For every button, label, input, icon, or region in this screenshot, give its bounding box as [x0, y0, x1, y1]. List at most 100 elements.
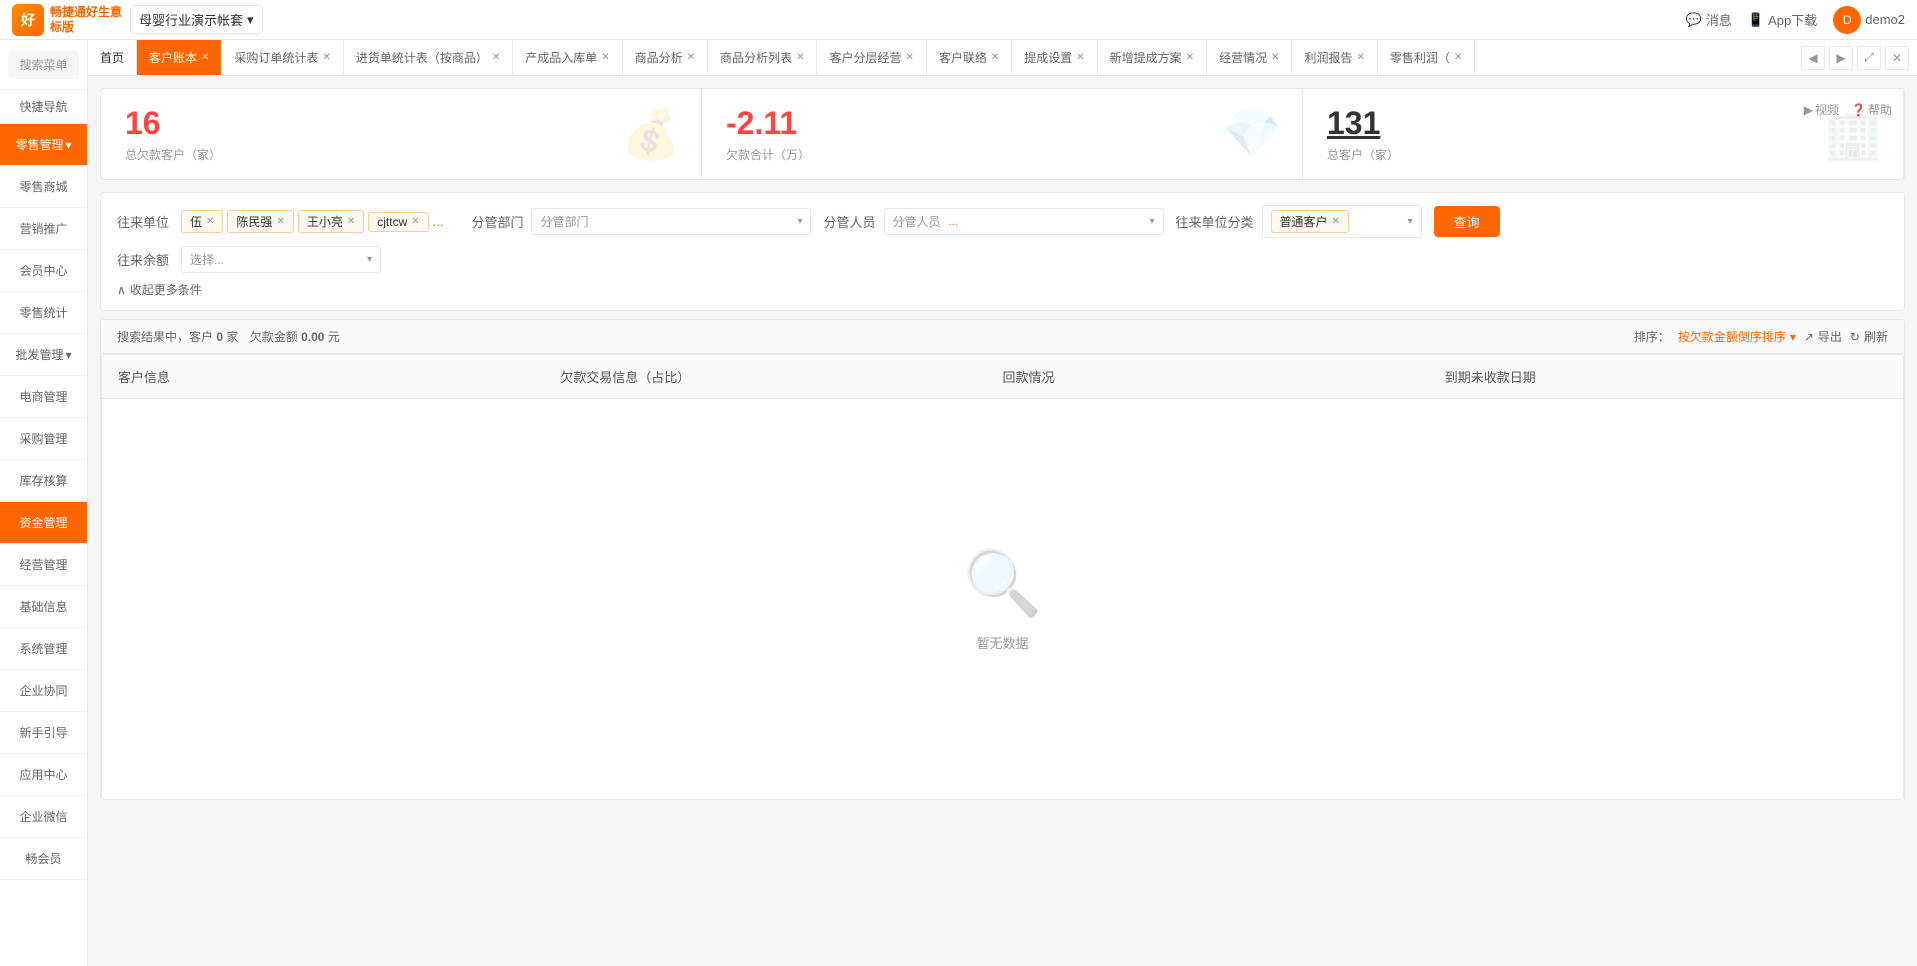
tab-close-pr[interactable]: ✕: [1357, 52, 1365, 63]
tab-prev-btn[interactable]: ◀: [1801, 46, 1825, 70]
dept-select[interactable]: 分管部门 ▾: [531, 208, 811, 235]
tag-close-2[interactable]: ✕: [276, 216, 284, 227]
tab-close-npp[interactable]: ✕: [1186, 52, 1194, 63]
tag-close-4[interactable]: ✕: [411, 216, 419, 227]
tab-new-promotion-plan[interactable]: 新增提成方案 ✕: [1098, 40, 1207, 76]
sidebar-item-app-center[interactable]: 应用中心: [0, 754, 87, 796]
tab-purchase-order-stats[interactable]: 采购订单统计表 ✕: [222, 40, 343, 76]
person-filter-group: 分管人员 分管人员 ... ▾: [823, 208, 1163, 235]
filter-area: 往来单位 伍 ✕ 陈民强 ✕ 王小亮 ✕: [100, 192, 1905, 311]
tab-customer-segment[interactable]: 客户分层经营 ✕: [817, 40, 926, 76]
tab-promotion-settings[interactable]: 提成设置 ✕: [1012, 40, 1097, 76]
tab-retail-profit[interactable]: 零售利润（ ✕: [1378, 40, 1475, 76]
person-dropdown-icon: ▾: [1149, 216, 1154, 227]
table-header: 客户信息 欠款交易信息（占比） 回款情况 到期未收款日期: [102, 355, 1903, 399]
tab-operations-status[interactable]: 经营情况 ✕: [1207, 40, 1292, 76]
play-icon: ▶: [1804, 103, 1813, 117]
tab-customer-account[interactable]: 客户账本 ✕: [137, 40, 222, 76]
collapse-conditions-btn[interactable]: ∧ 收起更多条件: [117, 281, 1888, 298]
refresh-btn[interactable]: ↻ 刷新: [1850, 328, 1888, 345]
help-link[interactable]: ❓ 帮助: [1851, 101, 1892, 118]
results-bar-left: 搜索结果中，客户 0 家 欠款金额 0.00 元: [117, 328, 340, 345]
tab-close-cc[interactable]: ✕: [991, 52, 999, 63]
top-bar-right: 💬 消息 📱 App下载 D demo2: [1686, 6, 1905, 34]
arrears-total-label: 欠款合计（万）: [726, 146, 1278, 163]
sidebar-item-finance[interactable]: 资金管理: [0, 502, 87, 544]
person-select[interactable]: 分管人员 ... ▾: [884, 208, 1164, 235]
results-container: 搜索结果中，客户 0 家 欠款金额 0.00 元 排序： 按欠款金额倒序排序: [100, 319, 1905, 800]
filter-row-1: 往来单位 伍 ✕ 陈民强 ✕ 王小亮 ✕: [117, 205, 1888, 238]
tab-close-rp[interactable]: ✕: [1454, 52, 1462, 63]
tab-product-analysis-list[interactable]: 商品分析列表 ✕: [708, 40, 817, 76]
tab-customer-contact[interactable]: 客户联络 ✕: [927, 40, 1012, 76]
sidebar-item-retail-mall[interactable]: 零售商城: [0, 166, 87, 208]
tag-close-3[interactable]: ✕: [347, 216, 355, 227]
sidebar-item-retail-stats[interactable]: 零售统计: [0, 292, 87, 334]
sidebar: 搜索菜单 快捷导航 零售管理 ▾ 零售商城 营销推广 会员中心 零售统计 批发管…: [0, 40, 88, 966]
arrears-total-value: -2.11: [726, 105, 1278, 142]
category-tag-close[interactable]: ✕: [1332, 216, 1340, 227]
tab-close-pal[interactable]: ✕: [796, 52, 804, 63]
col-arrear-info: 欠款交易信息（占比）: [560, 367, 1002, 386]
dept-dropdown-icon: ▾: [797, 216, 802, 227]
balance-filter-label: 往来余额: [117, 250, 169, 269]
export-btn[interactable]: ↗ 导出: [1804, 328, 1842, 345]
more-tags-btn[interactable]: ...: [433, 214, 444, 229]
logo-area: 好 畅捷通好生意 标版: [12, 4, 122, 36]
sort-select[interactable]: 按欠款金额倒序排序 ▾: [1678, 328, 1796, 345]
tab-inbound-stats[interactable]: 进货单统计表（按商品） ✕: [344, 40, 513, 76]
store-selector[interactable]: 母婴行业演示帐套 ▾: [130, 5, 263, 34]
sidebar-item-enterprise-wechat[interactable]: 企业微信: [0, 796, 87, 838]
category-filter-label: 往来单位分类: [1176, 212, 1254, 231]
sidebar-item-enterprise-collab[interactable]: 企业协同: [0, 670, 87, 712]
sidebar-item-operations[interactable]: 经营管理: [0, 544, 87, 586]
filter-tag-3: 王小亮 ✕: [298, 210, 364, 233]
tag-close-1[interactable]: ✕: [206, 216, 214, 227]
tab-expand-btn[interactable]: ⤢: [1857, 46, 1881, 70]
sidebar-item-membership[interactable]: 会员中心: [0, 250, 87, 292]
sidebar-item-system[interactable]: 系统管理: [0, 628, 87, 670]
money-bg-icon: 💰: [621, 106, 681, 163]
tab-close-prod[interactable]: ✕: [601, 52, 609, 63]
tab-close-cs[interactable]: ✕: [905, 52, 913, 63]
balance-select[interactable]: 选择... ▾: [181, 246, 381, 273]
query-button[interactable]: 查询: [1434, 206, 1500, 237]
tab-home[interactable]: 首页: [88, 40, 137, 76]
avatar-icon: D: [1833, 6, 1861, 34]
user-avatar[interactable]: D demo2: [1833, 6, 1905, 34]
category-filter-group: 往来单位分类 普通客户 ✕ ▾: [1176, 205, 1422, 238]
tab-close-pa[interactable]: ✕: [687, 52, 695, 63]
results-bar: 搜索结果中，客户 0 家 欠款金额 0.00 元 排序： 按欠款金额倒序排序: [101, 320, 1904, 354]
tab-close-customer-account[interactable]: ✕: [201, 52, 209, 63]
tab-close-ps[interactable]: ✕: [1076, 52, 1084, 63]
sidebar-item-ecommerce[interactable]: 电商管理: [0, 376, 87, 418]
sidebar-item-retail-mgmt[interactable]: 零售管理 ▾: [0, 124, 87, 166]
tab-product-analysis[interactable]: 商品分析 ✕: [623, 40, 708, 76]
sidebar-item-wholesale-mgmt[interactable]: 批发管理 ▾: [0, 334, 87, 376]
empty-state: 🔍 暂无数据: [923, 506, 1083, 692]
quick-nav-button[interactable]: 快捷导航: [0, 90, 87, 124]
tab-next-btn[interactable]: ▶: [1829, 46, 1853, 70]
tab-production-inbound[interactable]: 产成品入库单 ✕: [513, 40, 622, 76]
sidebar-item-inventory[interactable]: 库存核算: [0, 460, 87, 502]
tab-close-purchase[interactable]: ✕: [322, 52, 330, 63]
tab-profit-report[interactable]: 利润报告 ✕: [1292, 40, 1377, 76]
category-dropdown-icon: ▾: [1407, 216, 1412, 227]
sidebar-item-vip-member[interactable]: 畅会员: [0, 838, 87, 880]
video-link[interactable]: ▶ 视频: [1804, 101, 1839, 118]
message-btn[interactable]: 💬 消息: [1686, 10, 1732, 29]
sidebar-item-basic-info[interactable]: 基础信息: [0, 586, 87, 628]
sidebar-item-purchase-mgmt[interactable]: 采购管理: [0, 418, 87, 460]
summary-row: 16 总欠款客户（家） 💰 -2.11 欠款合计（万） 💎 131 总客户（家）…: [100, 88, 1905, 180]
tab-close-all-btn[interactable]: ✕: [1885, 46, 1909, 70]
search-menu-button[interactable]: 搜索菜单: [8, 50, 79, 79]
app-download-btn[interactable]: 📱 App下载: [1748, 10, 1817, 29]
sidebar-item-marketing[interactable]: 营销推广: [0, 208, 87, 250]
category-select[interactable]: 普通客户 ✕ ▾: [1262, 205, 1422, 238]
total-all-customers-label: 总客户（家）: [1327, 146, 1879, 163]
logo-text: 畅捷通好生意 标版: [50, 5, 122, 34]
sidebar-item-new-guide[interactable]: 新手引导: [0, 712, 87, 754]
tab-close-inbound[interactable]: ✕: [492, 52, 500, 63]
filter-tags-container: 伍 ✕ 陈民强 ✕ 王小亮 ✕ cjttcw ✕: [181, 210, 443, 233]
tab-close-os[interactable]: ✕: [1271, 52, 1279, 63]
